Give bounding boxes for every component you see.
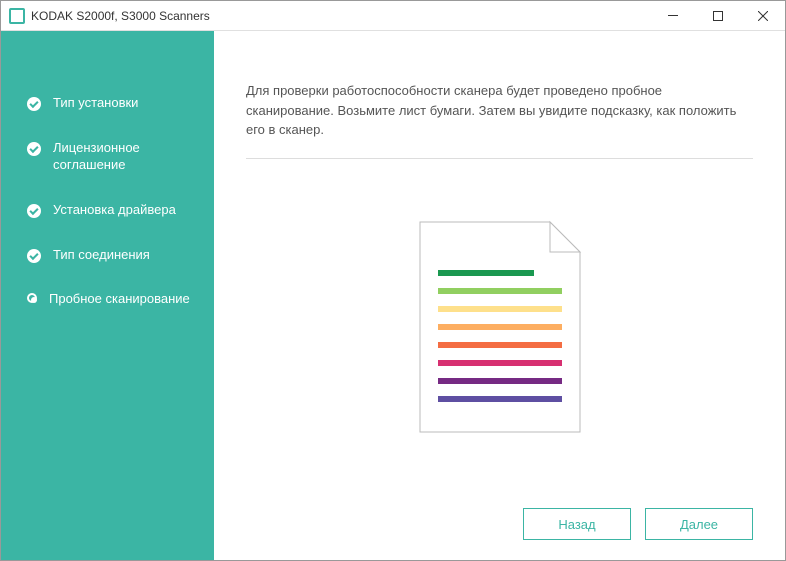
next-button[interactable]: Далее (645, 508, 753, 540)
check-icon (27, 204, 41, 218)
window-controls (650, 1, 785, 30)
maximize-icon (713, 11, 723, 21)
titlebar: KODAK S2000f, S3000 Scanners (1, 1, 785, 31)
test-page-icon (410, 212, 590, 442)
step-driver-install: Установка драйвера (1, 188, 214, 233)
instruction-text: Для проверки работоспособности сканера б… (246, 81, 753, 159)
step-label: Пробное сканирование (49, 291, 190, 308)
step-connection-type: Тип соединения (1, 233, 214, 278)
step-label: Тип установки (53, 95, 138, 112)
close-button[interactable] (740, 1, 785, 30)
illustration-container (246, 159, 753, 499)
maximize-button[interactable] (695, 1, 740, 30)
step-install-type: Тип установки (1, 81, 214, 126)
step-label: Установка драйвера (53, 202, 176, 219)
minimize-icon (668, 15, 678, 16)
check-icon (27, 142, 41, 156)
document-illustration (410, 212, 590, 445)
step-label: Лицензионное соглашение (53, 140, 196, 174)
step-label: Тип соединения (53, 247, 150, 264)
step-license: Лицензионное соглашение (1, 126, 214, 188)
current-step-icon (27, 293, 37, 303)
minimize-button[interactable] (650, 1, 695, 30)
step-test-scan: Пробное сканирование (1, 277, 214, 322)
close-icon (758, 11, 768, 21)
sidebar: Тип установки Лицензионное соглашение Ус… (1, 31, 214, 560)
check-icon (27, 97, 41, 111)
back-button[interactable]: Назад (523, 508, 631, 540)
main-panel: Для проверки работоспособности сканера б… (214, 31, 785, 560)
app-icon (9, 8, 25, 24)
content-area: Тип установки Лицензионное соглашение Ус… (1, 31, 785, 560)
back-button-label: Назад (558, 517, 595, 532)
footer-buttons: Назад Далее (246, 498, 753, 540)
next-button-label: Далее (680, 517, 718, 532)
window-title: KODAK S2000f, S3000 Scanners (31, 9, 650, 23)
check-icon (27, 249, 41, 263)
